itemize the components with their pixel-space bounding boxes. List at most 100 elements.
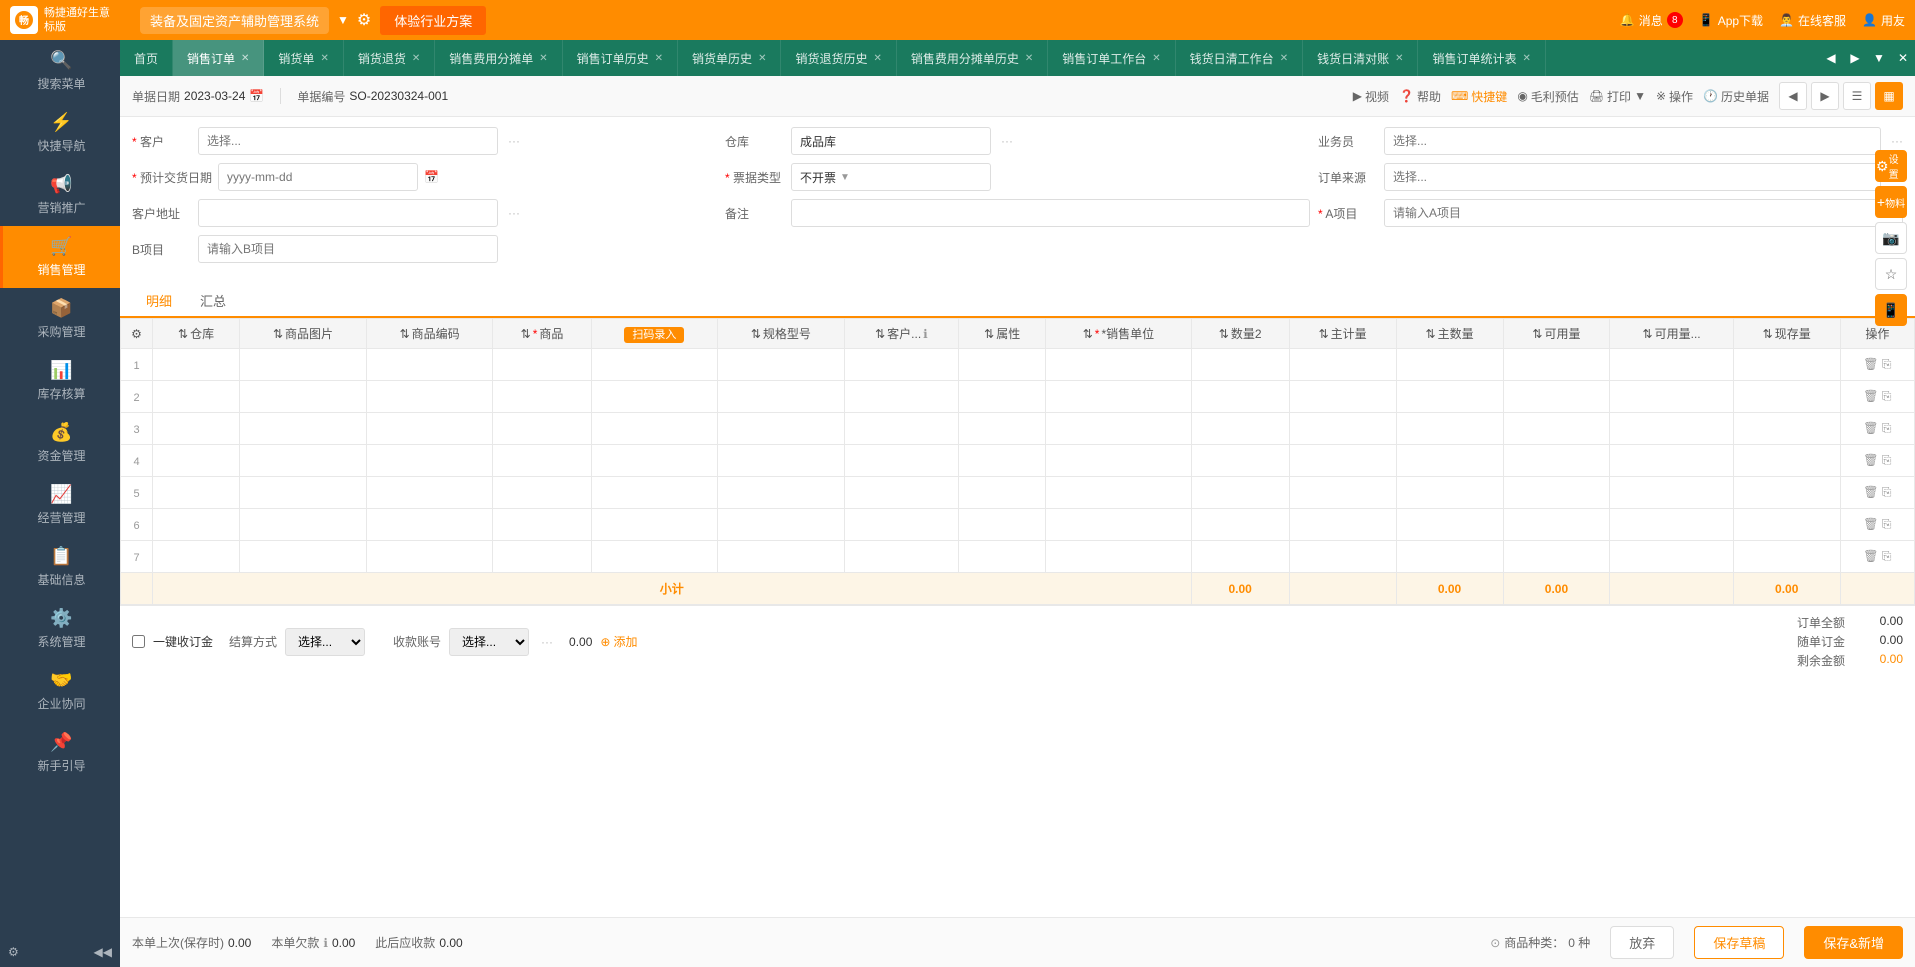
sidebar-item-base-info[interactable]: 📋 基础信息 — [0, 536, 120, 598]
row-1-scan[interactable] — [591, 349, 718, 381]
row-2-quantity2[interactable] — [1191, 381, 1289, 413]
row-3-warehouse[interactable] — [153, 413, 240, 445]
th-sales-unit[interactable]: ⇅ **销售单位 — [1046, 319, 1191, 349]
row-5-main-quantity[interactable] — [1396, 477, 1503, 509]
sidebar-item-enterprise[interactable]: 🤝 企业协同 — [0, 660, 120, 722]
row-5-scan[interactable] — [591, 477, 718, 509]
notifications-btn[interactable]: 🔔 消息 8 — [1620, 12, 1683, 29]
tab-sales-stats[interactable]: 销售订单统计表 ✕ — [1418, 40, 1545, 76]
th-product-code[interactable]: ⇅ 商品编码 — [366, 319, 493, 349]
th-main-unit[interactable]: ⇅ 主计量 — [1289, 319, 1396, 349]
tab-sales-fee-history[interactable]: 销售费用分摊单历史 ✕ — [897, 40, 1048, 76]
row-3-available2[interactable] — [1610, 413, 1733, 445]
row-7-quantity2[interactable] — [1191, 541, 1289, 573]
sidebar-item-sales[interactable]: 🛒 销售管理 — [0, 226, 120, 288]
row-7-warehouse[interactable] — [153, 541, 240, 573]
sidebar-item-quick-nav[interactable]: ⚡ 快捷导航 — [0, 102, 120, 164]
tab-home[interactable]: 首页 — [120, 40, 173, 76]
view-video-btn[interactable]: ▶ 视频 — [1353, 88, 1389, 105]
grid-view-btn[interactable]: ▦ — [1875, 82, 1903, 110]
row-2-warehouse[interactable] — [153, 381, 240, 413]
row-4-warehouse[interactable] — [153, 445, 240, 477]
row-6-product-code[interactable] — [366, 509, 493, 541]
row-2-available[interactable] — [1503, 381, 1610, 413]
row-6-attributes[interactable] — [959, 509, 1046, 541]
tab-sales-order[interactable]: 销售订单 ✕ — [173, 40, 264, 76]
row-7-available[interactable] — [1503, 541, 1610, 573]
row-7-copy-btn[interactable]: ⎘ — [1882, 549, 1892, 563]
customer-more-btn[interactable]: ··· — [508, 134, 520, 148]
row-4-copy-btn[interactable]: ⎘ — [1882, 453, 1892, 467]
row-1-main-unit[interactable] — [1289, 349, 1396, 381]
scan-float-btn[interactable]: 📱 — [1875, 294, 1907, 326]
row-5-quantity2[interactable] — [1191, 477, 1289, 509]
row-2-product[interactable] — [493, 381, 591, 413]
row-7-sales-unit[interactable] — [1046, 541, 1191, 573]
row-2-main-quantity[interactable] — [1396, 381, 1503, 413]
row-2-main-unit[interactable] — [1289, 381, 1396, 413]
tab-sales-return-history[interactable]: 销货退货历史 ✕ — [781, 40, 896, 76]
row-6-spec-type[interactable] — [718, 509, 845, 541]
row-3-spec-type[interactable] — [718, 413, 845, 445]
table-settings-icon[interactable]: ⚙ — [131, 327, 142, 341]
close-sales-order-tab-icon[interactable]: ✕ — [241, 53, 249, 64]
row-7-product-image[interactable] — [240, 541, 367, 573]
close-sales-fee-split-tab-icon[interactable]: ✕ — [539, 53, 547, 64]
close-sales-return-tab-icon[interactable]: ✕ — [412, 53, 420, 64]
settings-icon[interactable]: ⚙ — [357, 10, 371, 30]
row-5-product-code[interactable] — [366, 477, 493, 509]
close-sales-stats-tab-icon[interactable]: ✕ — [1523, 53, 1531, 64]
row-4-available2[interactable] — [1610, 445, 1733, 477]
th-product-image[interactable]: ⇅ 商品图片 — [240, 319, 367, 349]
customer-input[interactable] — [198, 127, 498, 155]
row-4-current-stock[interactable] — [1733, 445, 1840, 477]
row-6-main-quantity[interactable] — [1396, 509, 1503, 541]
tab-cash-reconcile[interactable]: 钱货日清对账 ✕ — [1303, 40, 1418, 76]
row-4-product-image[interactable] — [240, 445, 367, 477]
row-6-scan[interactable] — [591, 509, 718, 541]
row-5-main-unit[interactable] — [1289, 477, 1396, 509]
row-3-customer-note[interactable] — [844, 413, 958, 445]
save-draft-btn[interactable]: 保存草稿 — [1694, 926, 1784, 959]
help-btn[interactable]: ❓ 帮助 — [1399, 88, 1441, 105]
delivery-date-input[interactable] — [218, 163, 418, 191]
discard-btn[interactable]: 放弃 — [1610, 926, 1674, 959]
close-cash-reconcile-tab-icon[interactable]: ✕ — [1395, 53, 1403, 64]
app-download-btn[interactable]: 📱 App下载 — [1699, 12, 1763, 29]
tab-cash-daily-workbench[interactable]: 钱货日清工作台 ✕ — [1176, 40, 1303, 76]
row-2-copy-btn[interactable]: ⎘ — [1882, 389, 1892, 403]
row-4-main-unit[interactable] — [1289, 445, 1396, 477]
row-2-current-stock[interactable] — [1733, 381, 1840, 413]
one-click-checkout-checkbox[interactable] — [132, 635, 145, 648]
tab-sales-return[interactable]: 销货退货 ✕ — [344, 40, 435, 76]
next-record-btn[interactable]: ▶ — [1811, 82, 1839, 110]
sidebar-item-inventory[interactable]: 📊 库存核算 — [0, 350, 120, 412]
tab-scroll-right-btn[interactable]: ▶ — [1843, 40, 1867, 76]
row-4-sales-unit[interactable] — [1046, 445, 1191, 477]
th-main-quantity[interactable]: ⇅ 主数量 — [1396, 319, 1503, 349]
row-6-available2[interactable] — [1610, 509, 1733, 541]
customer-address-input[interactable] — [198, 199, 498, 227]
row-7-available2[interactable] — [1610, 541, 1733, 573]
tab-menu-btn[interactable]: ▼ — [1867, 40, 1891, 76]
row-4-scan[interactable] — [591, 445, 718, 477]
payment-method-select[interactable]: 选择... — [285, 628, 365, 656]
row-2-product-image[interactable] — [240, 381, 367, 413]
close-sales-fee-history-tab-icon[interactable]: ✕ — [1025, 53, 1033, 64]
online-service-btn[interactable]: 👨‍💼 在线客服 — [1779, 12, 1846, 29]
row-4-spec-type[interactable] — [718, 445, 845, 477]
close-cash-daily-workbench-tab-icon[interactable]: ✕ — [1280, 53, 1288, 64]
th-available2[interactable]: ⇅ 可用量... — [1610, 319, 1733, 349]
row-2-product-code[interactable] — [366, 381, 493, 413]
scan-barcode-btn[interactable]: 扫码录入 — [624, 327, 684, 343]
row-6-quantity2[interactable] — [1191, 509, 1289, 541]
row-1-spec-type[interactable] — [718, 349, 845, 381]
row-3-main-unit[interactable] — [1289, 413, 1396, 445]
row-3-available[interactable] — [1503, 413, 1610, 445]
print-btn[interactable]: 🖨 打印 ▼ — [1589, 88, 1646, 105]
warehouse-more-btn[interactable]: ··· — [1001, 134, 1013, 148]
save-new-btn[interactable]: 保存&新增 — [1804, 926, 1903, 959]
row-2-sales-unit[interactable] — [1046, 381, 1191, 413]
row-5-product-image[interactable] — [240, 477, 367, 509]
row-1-quantity2[interactable] — [1191, 349, 1289, 381]
